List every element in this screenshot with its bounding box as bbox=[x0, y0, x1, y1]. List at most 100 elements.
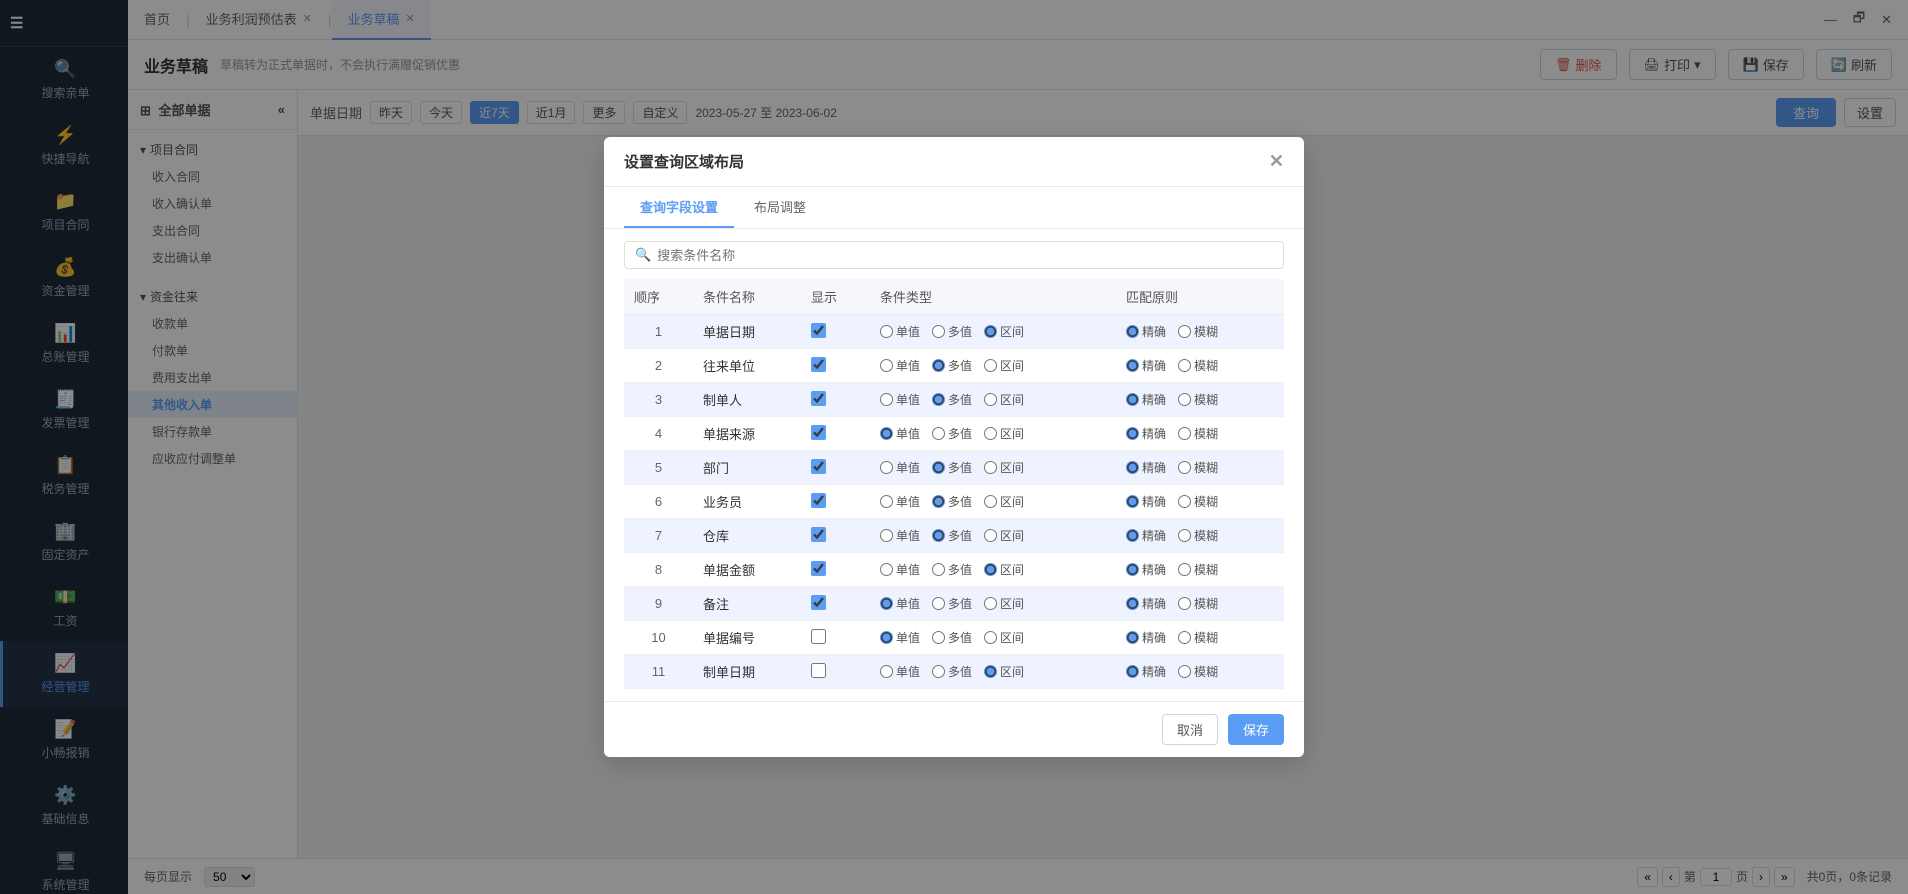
dialog-close-button[interactable]: ✕ bbox=[1269, 151, 1284, 172]
radio-type-区间[interactable]: 区间 bbox=[984, 595, 1024, 612]
show-checkbox[interactable] bbox=[811, 629, 826, 644]
show-checkbox[interactable] bbox=[811, 425, 826, 440]
settings-dialog: 设置查询区域布局 ✕ 查询字段设置 布局调整 🔍 顺序 条件名称 显示 条件类型… bbox=[604, 137, 1304, 757]
radio-type-单值[interactable]: 单值 bbox=[880, 663, 920, 680]
radio-match-精确[interactable]: 精确 bbox=[1126, 527, 1166, 544]
row-show-cell bbox=[801, 349, 870, 383]
radio-match-模糊[interactable]: 模糊 bbox=[1178, 527, 1218, 544]
show-checkbox[interactable] bbox=[811, 323, 826, 338]
table-row: 9备注单值多值区间精确模糊 bbox=[624, 587, 1284, 621]
show-checkbox[interactable] bbox=[811, 595, 826, 610]
radio-type-区间[interactable]: 区间 bbox=[984, 425, 1024, 442]
row-condition-name: 单据来源 bbox=[693, 417, 801, 451]
cancel-button[interactable]: 取消 bbox=[1162, 714, 1218, 745]
radio-type-多值[interactable]: 多值 bbox=[932, 357, 972, 374]
radio-match-精确[interactable]: 精确 bbox=[1126, 323, 1166, 340]
radio-match-精确[interactable]: 精确 bbox=[1126, 561, 1166, 578]
radio-type-单值[interactable]: 单值 bbox=[880, 629, 920, 646]
show-checkbox[interactable] bbox=[811, 391, 826, 406]
radio-type-单值[interactable]: 单值 bbox=[880, 595, 920, 612]
radio-match-模糊[interactable]: 模糊 bbox=[1178, 357, 1218, 374]
show-checkbox[interactable] bbox=[811, 561, 826, 576]
row-match-cell: 精确模糊 bbox=[1116, 553, 1284, 587]
radio-type-单值[interactable]: 单值 bbox=[880, 357, 920, 374]
row-condition-name: 制单人 bbox=[693, 383, 801, 417]
dialog-tabs: 查询字段设置 布局调整 bbox=[604, 187, 1304, 229]
radio-match-精确[interactable]: 精确 bbox=[1126, 663, 1166, 680]
radio-type-单值[interactable]: 单值 bbox=[880, 527, 920, 544]
row-condition-type-cell: 单值多值区间 bbox=[870, 485, 1116, 519]
radio-type-区间[interactable]: 区间 bbox=[984, 527, 1024, 544]
row-match-cell: 精确模糊 bbox=[1116, 417, 1284, 451]
row-condition-name: 业务员 bbox=[693, 485, 801, 519]
col-match: 匹配原则 bbox=[1116, 279, 1284, 315]
radio-match-模糊[interactable]: 模糊 bbox=[1178, 629, 1218, 646]
radio-type-多值[interactable]: 多值 bbox=[932, 391, 972, 408]
row-show-cell bbox=[801, 451, 870, 485]
row-condition-type-cell: 单值多值区间 bbox=[870, 587, 1116, 621]
row-condition-type-cell: 单值多值区间 bbox=[870, 451, 1116, 485]
radio-type-区间[interactable]: 区间 bbox=[984, 357, 1024, 374]
show-checkbox[interactable] bbox=[811, 663, 826, 678]
radio-type-多值[interactable]: 多值 bbox=[932, 629, 972, 646]
radio-type-单值[interactable]: 单值 bbox=[880, 561, 920, 578]
row-match-cell: 精确模糊 bbox=[1116, 315, 1284, 349]
radio-type-单值[interactable]: 单值 bbox=[880, 493, 920, 510]
radio-type-区间[interactable]: 区间 bbox=[984, 629, 1024, 646]
row-order: 8 bbox=[624, 553, 693, 587]
radio-type-多值[interactable]: 多值 bbox=[932, 663, 972, 680]
show-checkbox[interactable] bbox=[811, 527, 826, 542]
row-match-cell: 精确模糊 bbox=[1116, 451, 1284, 485]
radio-type-单值[interactable]: 单值 bbox=[880, 391, 920, 408]
radio-type-区间[interactable]: 区间 bbox=[984, 391, 1024, 408]
table-row: 5部门单值多值区间精确模糊 bbox=[624, 451, 1284, 485]
radio-match-精确[interactable]: 精确 bbox=[1126, 629, 1166, 646]
col-condition-type: 条件类型 bbox=[870, 279, 1116, 315]
dialog-body: 🔍 顺序 条件名称 显示 条件类型 匹配原则 1单据日期单值多值区间精确模糊2往… bbox=[604, 229, 1304, 701]
radio-type-多值[interactable]: 多值 bbox=[932, 595, 972, 612]
radio-type-区间[interactable]: 区间 bbox=[984, 323, 1024, 340]
radio-match-精确[interactable]: 精确 bbox=[1126, 595, 1166, 612]
dialog-tab-query[interactable]: 查询字段设置 bbox=[624, 187, 734, 228]
radio-type-单值[interactable]: 单值 bbox=[880, 459, 920, 476]
row-order: 9 bbox=[624, 587, 693, 621]
row-condition-type-cell: 单值多值区间 bbox=[870, 519, 1116, 553]
radio-match-模糊[interactable]: 模糊 bbox=[1178, 493, 1218, 510]
show-checkbox[interactable] bbox=[811, 493, 826, 508]
radio-match-模糊[interactable]: 模糊 bbox=[1178, 459, 1218, 476]
table-row: 7仓库单值多值区间精确模糊 bbox=[624, 519, 1284, 553]
radio-match-精确[interactable]: 精确 bbox=[1126, 425, 1166, 442]
radio-match-精确[interactable]: 精确 bbox=[1126, 357, 1166, 374]
radio-match-模糊[interactable]: 模糊 bbox=[1178, 391, 1218, 408]
row-match-cell: 精确模糊 bbox=[1116, 519, 1284, 553]
show-checkbox[interactable] bbox=[811, 459, 826, 474]
row-show-cell bbox=[801, 621, 870, 655]
row-show-cell bbox=[801, 383, 870, 417]
radio-type-多值[interactable]: 多值 bbox=[932, 561, 972, 578]
show-checkbox[interactable] bbox=[811, 357, 826, 372]
radio-match-模糊[interactable]: 模糊 bbox=[1178, 425, 1218, 442]
radio-match-模糊[interactable]: 模糊 bbox=[1178, 595, 1218, 612]
radio-match-精确[interactable]: 精确 bbox=[1126, 391, 1166, 408]
radio-type-区间[interactable]: 区间 bbox=[984, 459, 1024, 476]
radio-type-单值[interactable]: 单值 bbox=[880, 323, 920, 340]
radio-type-区间[interactable]: 区间 bbox=[984, 663, 1024, 680]
radio-type-区间[interactable]: 区间 bbox=[984, 493, 1024, 510]
radio-type-多值[interactable]: 多值 bbox=[932, 323, 972, 340]
radio-match-模糊[interactable]: 模糊 bbox=[1178, 663, 1218, 680]
radio-type-区间[interactable]: 区间 bbox=[984, 561, 1024, 578]
row-order: 6 bbox=[624, 485, 693, 519]
radio-match-精确[interactable]: 精确 bbox=[1126, 493, 1166, 510]
dialog-save-button[interactable]: 保存 bbox=[1228, 714, 1284, 745]
radio-match-精确[interactable]: 精确 bbox=[1126, 459, 1166, 476]
dialog-tab-layout[interactable]: 布局调整 bbox=[738, 187, 822, 228]
row-condition-type-cell: 单值多值区间 bbox=[870, 553, 1116, 587]
radio-type-多值[interactable]: 多值 bbox=[932, 527, 972, 544]
radio-type-多值[interactable]: 多值 bbox=[932, 459, 972, 476]
radio-type-多值[interactable]: 多值 bbox=[932, 493, 972, 510]
radio-match-模糊[interactable]: 模糊 bbox=[1178, 323, 1218, 340]
radio-type-多值[interactable]: 多值 bbox=[932, 425, 972, 442]
dialog-search-input[interactable] bbox=[657, 248, 1273, 263]
radio-type-单值[interactable]: 单值 bbox=[880, 425, 920, 442]
radio-match-模糊[interactable]: 模糊 bbox=[1178, 561, 1218, 578]
